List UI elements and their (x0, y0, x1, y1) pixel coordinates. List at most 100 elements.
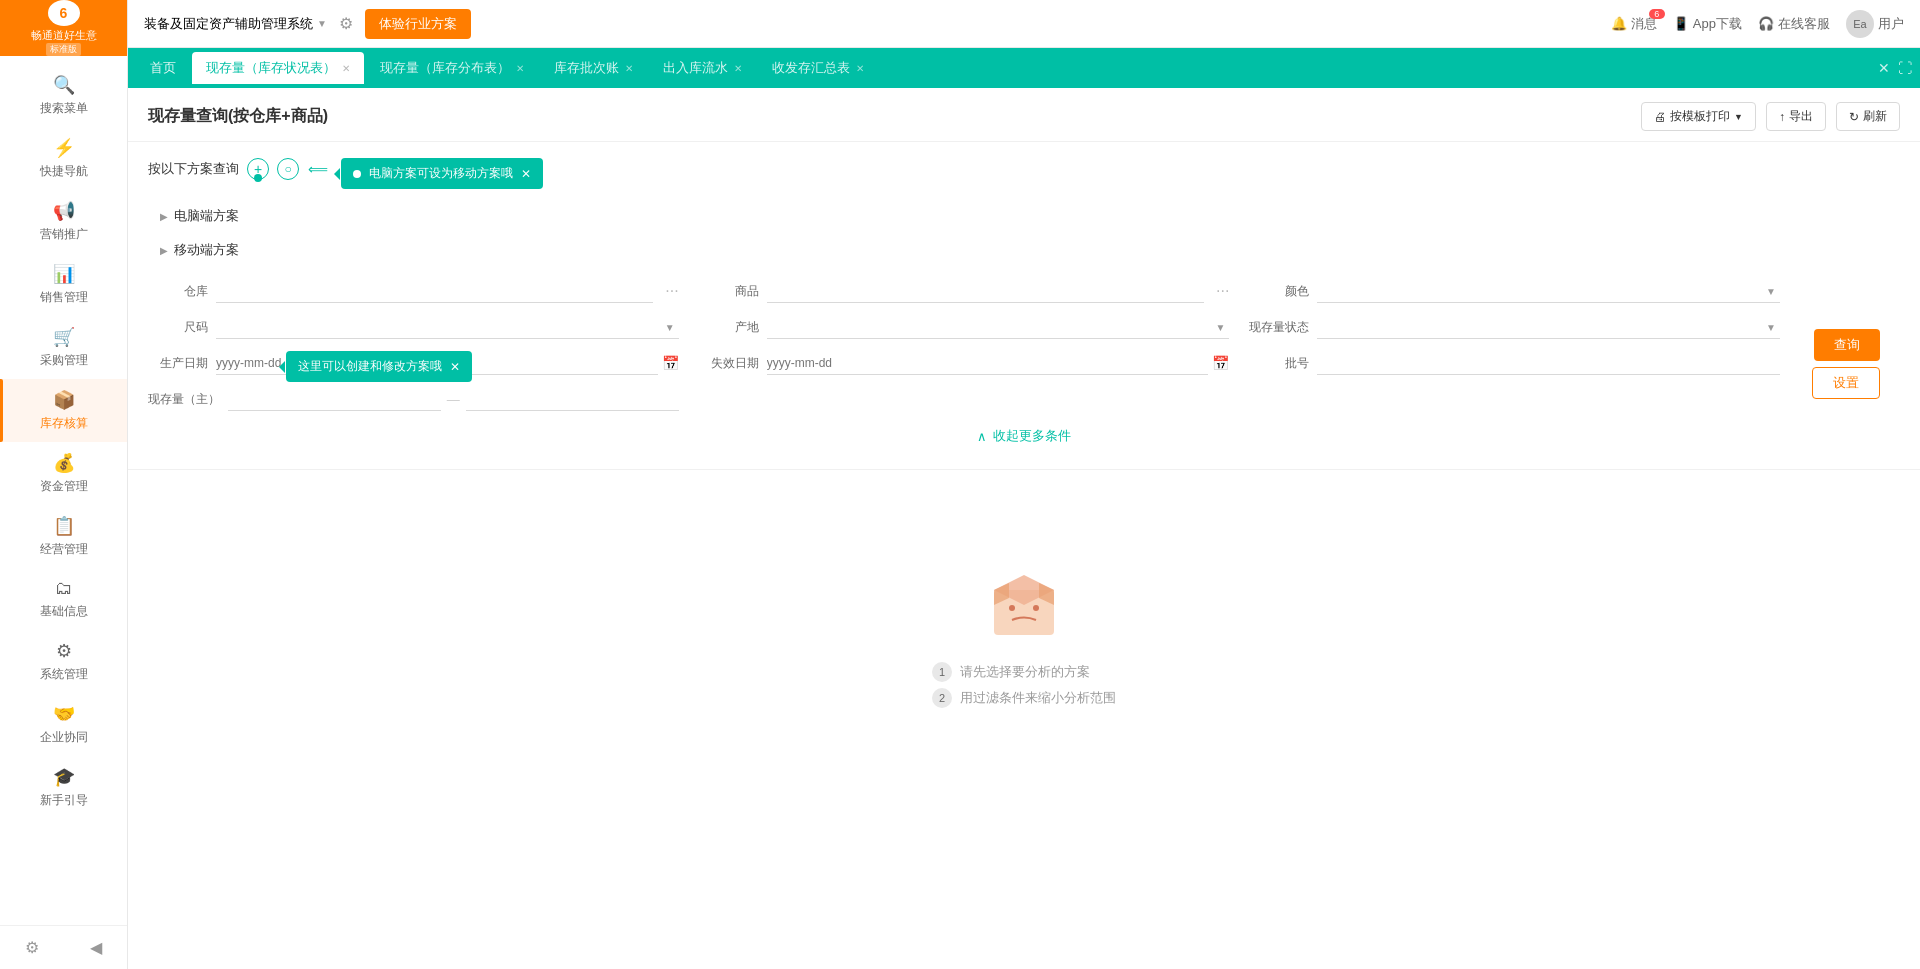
expire-date-start-input[interactable] (767, 352, 1209, 375)
close-all-tabs-btn[interactable]: ✕ (1878, 60, 1890, 76)
tab-in-out-flow[interactable]: 出入库流水 ✕ (649, 52, 756, 84)
expire-date-label: 失效日期 (699, 355, 759, 372)
filter-field-qty-status: 现存量状态 ▼ (1249, 315, 1780, 339)
inventory-icon: 📦 (53, 389, 75, 411)
expand-view-btn[interactable]: ⛶ (1898, 60, 1912, 76)
scheme-panel-pc[interactable]: ▶ 电脑端方案 (148, 199, 308, 233)
gear-btn[interactable]: ⚙ (339, 14, 353, 33)
experience-btn[interactable]: 体验行业方案 (365, 9, 471, 39)
filter-row-4: 现存量（主） — (148, 387, 1900, 411)
online-service-btn[interactable]: 🎧 在线客服 (1758, 15, 1830, 33)
back-scheme-btn[interactable]: ⟸ (307, 158, 329, 180)
batch-input[interactable] (1317, 351, 1780, 375)
size-select[interactable] (216, 315, 679, 339)
main-area: 装备及固定资产辅助管理系统 ▼ ⚙ 体验行业方案 🔔 消息 6 📱 App下载 … (128, 0, 1920, 969)
pc-scheme-tooltip-close[interactable]: ✕ (521, 167, 531, 181)
tab-batch-ledger[interactable]: 库存批次账 ✕ (540, 52, 647, 84)
tab-inventory-dist[interactable]: 现存量（库存分布表） ✕ (366, 52, 538, 84)
notice-btn[interactable]: 🔔 消息 6 (1611, 15, 1657, 33)
sidebar-item-enterprise[interactable]: 🤝 企业协同 (0, 693, 127, 756)
scheme-panel-mobile[interactable]: ▶ 移动端方案 (148, 233, 308, 267)
scheme-tooltip-close[interactable]: ✕ (450, 360, 460, 374)
tab-close-batch-ledger[interactable]: ✕ (625, 63, 633, 74)
sidebar-item-operations[interactable]: 📋 经营管理 (0, 505, 127, 568)
expire-date-icon[interactable]: 📅 (1212, 355, 1229, 371)
sidebar-label-shortcut: 快捷导航 (40, 163, 88, 180)
newbie-icon: 🎓 (53, 766, 75, 788)
tooltip-dot (353, 170, 361, 178)
refresh-btn[interactable]: ↻ 刷新 (1836, 102, 1900, 131)
sidebar-item-purchase[interactable]: 🛒 采购管理 (0, 316, 127, 379)
tab-in-out-flow-label: 出入库流水 (663, 59, 728, 77)
prod-date-label: 生产日期 (148, 355, 208, 372)
sidebar-item-search[interactable]: 🔍 搜索菜单 (0, 64, 127, 127)
operations-icon: 📋 (53, 515, 75, 537)
step-1-text: 请先选择要分析的方案 (960, 663, 1090, 681)
sidebar-item-newbie[interactable]: 🎓 新手引导 (0, 756, 127, 819)
sidebar-item-shortcut[interactable]: ⚡ 快捷导航 (0, 127, 127, 190)
sidebar-item-basic[interactable]: 🗂 基础信息 (0, 568, 127, 630)
header-right: 🔔 消息 6 📱 App下载 🎧 在线客服 Ea 用户 (1611, 10, 1904, 38)
sidebar-item-sales[interactable]: 📊 销售管理 (0, 253, 127, 316)
tab-home[interactable]: 首页 (136, 53, 190, 83)
template-print-label: 按模板打印 (1670, 108, 1730, 125)
empty-step-1: 1 请先选择要分析的方案 (932, 662, 1116, 682)
color-select[interactable] (1317, 279, 1780, 303)
main-qty-max-input[interactable] (466, 387, 679, 411)
print-icon: 🖨 (1654, 110, 1666, 124)
content-area: 现存量查询(按仓库+商品) 🖨 按模板打印 ▼ ↑ 导出 ↻ 刷新 (128, 88, 1920, 969)
scheme-panel-pc-label: 电脑端方案 (174, 207, 239, 225)
main-qty-min-input[interactable] (228, 387, 441, 411)
tab-close-in-out-flow[interactable]: ✕ (734, 63, 742, 74)
step-2-num: 2 (932, 688, 952, 708)
system-title: 装备及固定资产辅助管理系统 (144, 15, 313, 33)
tab-close-inventory-dist[interactable]: ✕ (516, 63, 524, 74)
step-2-text: 用过滤条件来缩小分析范围 (960, 689, 1116, 707)
svg-point-5 (1033, 605, 1039, 611)
collapse-filter-btn[interactable]: ∧ 收起更多条件 (148, 419, 1900, 453)
sidebar-item-finance[interactable]: 💰 资金管理 (0, 442, 127, 505)
tab-batch-ledger-label: 库存批次账 (554, 59, 619, 77)
refresh-icon: ↻ (1849, 110, 1859, 124)
tab-inventory-status[interactable]: 现存量（库存状况表） ✕ (192, 52, 364, 84)
refresh-label: 刷新 (1863, 108, 1887, 125)
tab-close-recv-summary[interactable]: ✕ (856, 63, 864, 74)
filter-field-product: 商品 ··· (699, 279, 1230, 303)
main-qty-label: 现存量（主） (148, 391, 220, 408)
origin-select[interactable] (767, 315, 1230, 339)
service-label: 在线客服 (1778, 15, 1830, 33)
filter-fields-container: 仓库 ··· 商品 ··· (148, 279, 1900, 411)
template-print-btn[interactable]: 🖨 按模板打印 ▼ (1641, 102, 1756, 131)
app-label: App下载 (1693, 15, 1742, 33)
product-dots-icon[interactable]: ··· (1216, 282, 1229, 300)
search-btn[interactable]: 查询 (1814, 329, 1880, 361)
sidebar-item-inventory[interactable]: 📦 库存核算 (0, 379, 127, 442)
reset-btn[interactable]: 设置 (1812, 367, 1880, 399)
scheme-panel-mobile-label: 移动端方案 (174, 241, 239, 259)
warehouse-input[interactable] (216, 279, 653, 303)
tab-recv-summary[interactable]: 收发存汇总表 ✕ (758, 52, 878, 84)
tab-recv-summary-label: 收发存汇总表 (772, 59, 850, 77)
export-btn[interactable]: ↑ 导出 (1766, 102, 1826, 131)
sidebar-item-system[interactable]: ⚙ 系统管理 (0, 630, 127, 693)
avatar-text: Ea (1853, 18, 1866, 30)
dot-indicator (254, 174, 262, 182)
filter-field-origin: 产地 ▼ (699, 315, 1230, 339)
qty-status-select[interactable] (1317, 315, 1780, 339)
finance-icon: 💰 (53, 452, 75, 474)
logo-tag: 标准版 (46, 43, 81, 56)
product-input[interactable] (767, 279, 1204, 303)
sidebar-item-marketing[interactable]: 📢 营销推广 (0, 190, 127, 253)
app-download-btn[interactable]: 📱 App下载 (1673, 15, 1742, 33)
pc-scheme-tooltip-text: 电脑方案可设为移动方案哦 (369, 165, 513, 182)
edit-scheme-btn[interactable]: ○ (277, 158, 299, 180)
expire-date-wrap: 📅 (767, 352, 1230, 375)
warehouse-dots-icon[interactable]: ··· (665, 282, 678, 300)
settings-bottom-icon[interactable]: ⚙ (25, 938, 39, 957)
tab-close-inventory-status[interactable]: ✕ (342, 63, 350, 74)
prod-date-icon[interactable]: 📅 (662, 355, 679, 371)
collapse-sidebar-icon[interactable]: ◀ (90, 938, 102, 957)
logo-abbr: 6 (60, 5, 68, 21)
user-menu[interactable]: Ea 用户 (1846, 10, 1904, 38)
system-title-dropdown[interactable]: 装备及固定资产辅助管理系统 ▼ (144, 15, 327, 33)
